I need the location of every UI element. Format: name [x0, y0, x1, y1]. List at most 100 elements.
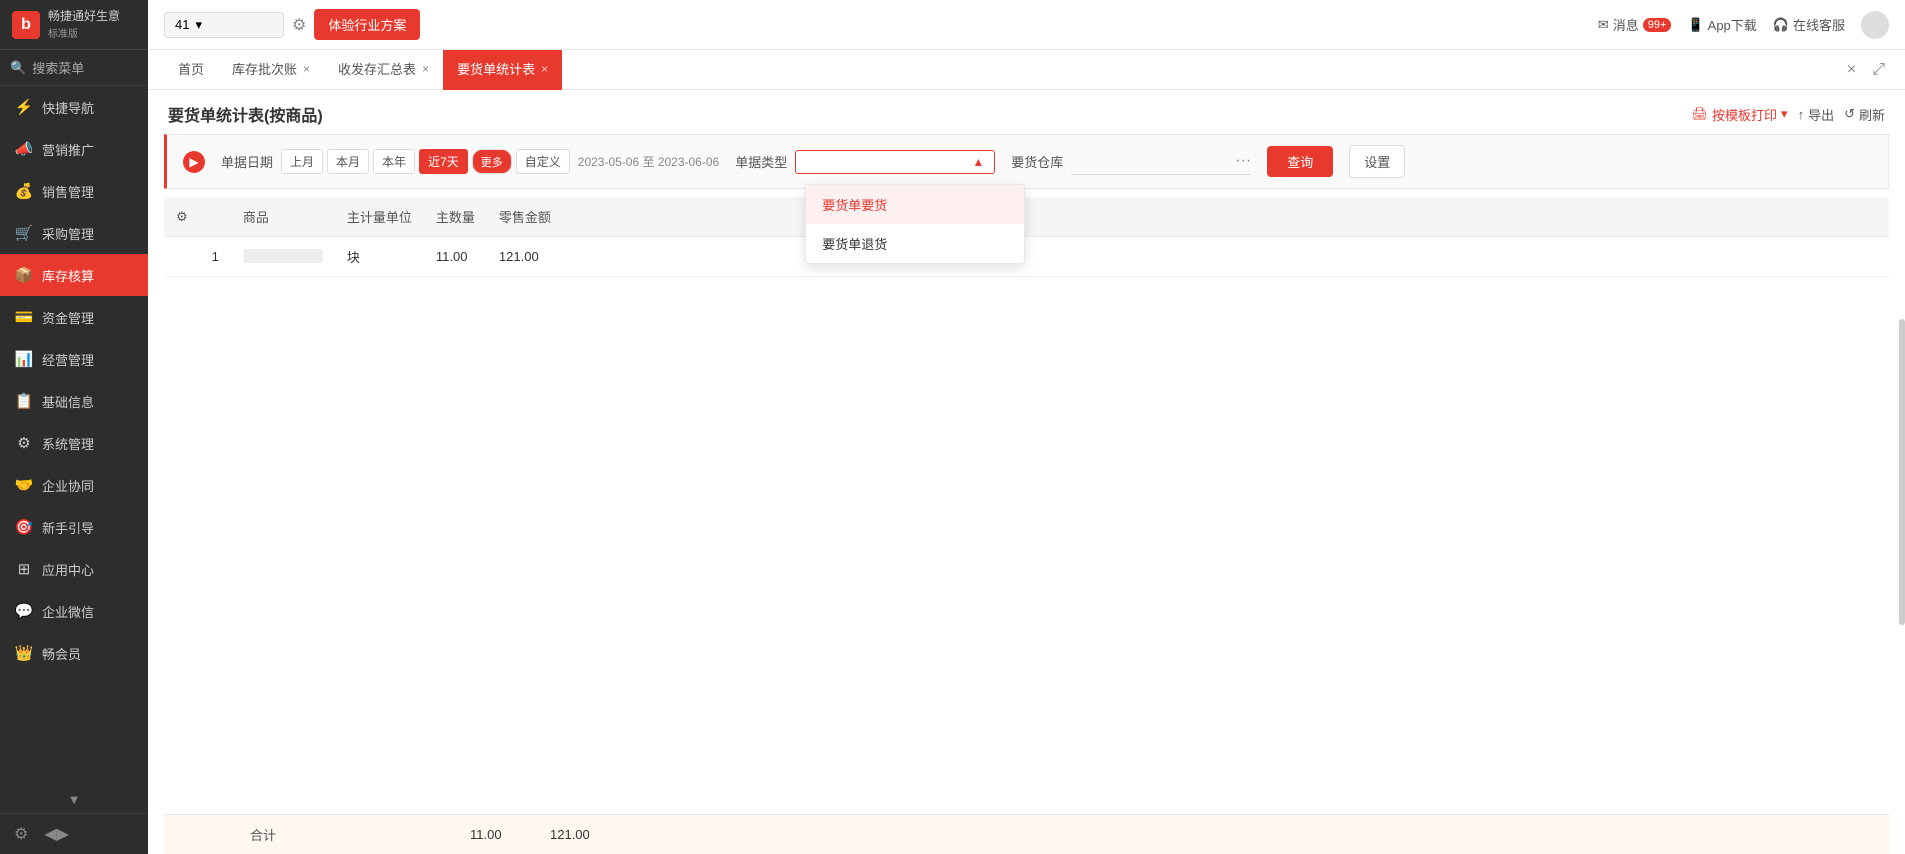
table-row: 1 块 11.00 121.00: [164, 237, 1889, 277]
warehouse-more-icon[interactable]: ···: [1235, 152, 1251, 170]
warehouse-select[interactable]: ···: [1071, 148, 1251, 175]
sidebar-bottom: ⚙ ◀▶: [0, 813, 148, 854]
topbar-left: 41 ▾ ⚙ 体验行业方案: [164, 9, 1586, 40]
sidebar-nav: ⚡ 快捷导航 📣 营销推广 💰 销售管理 🛒 采购管理 📦 库存核算 💳 资金管…: [0, 86, 148, 786]
print-arrow-icon: ▾: [1781, 106, 1788, 122]
finance-icon: 💳: [14, 307, 34, 327]
messages-badge: 99+: [1643, 18, 1672, 32]
current-month-btn[interactable]: 本月: [327, 149, 369, 174]
cell-settings: [164, 237, 200, 277]
dropdown-item-requisition-return[interactable]: 要货单退货: [806, 224, 1024, 263]
member-icon: 👑: [14, 643, 34, 663]
company-select[interactable]: 41 ▾: [164, 12, 284, 38]
sidebar-item-label: 快捷导航: [42, 98, 94, 117]
current-year-btn[interactable]: 本年: [373, 149, 415, 174]
seven-days-btn[interactable]: 近7天: [419, 149, 468, 174]
tab-close-icon[interactable]: ×: [422, 62, 429, 76]
sidebar-item-label: 企业协同: [42, 476, 94, 495]
cell-index: 1: [200, 237, 231, 277]
sidebar-item-quick-nav[interactable]: ⚡ 快捷导航: [0, 86, 148, 128]
topbar-settings-icon[interactable]: ⚙: [292, 15, 306, 35]
th-goods: 商品: [231, 197, 335, 237]
topbar-right: ✉ 消息 99+ 📱 App下载 🎧 在线客服: [1598, 11, 1889, 39]
collapse-icon[interactable]: ◀▶: [44, 824, 69, 844]
printer-icon: 🖨: [1692, 106, 1709, 122]
page-title: 要货单统计表(按商品): [168, 102, 323, 126]
page-header: 要货单统计表(按商品) 🖨 按模板打印 ▾ ↑ 导出 ↺ 刷新: [148, 90, 1905, 134]
purchase-icon: 🛒: [14, 223, 34, 243]
print-button[interactable]: 🖨 按模板打印 ▾: [1692, 105, 1788, 124]
more-dates-btn[interactable]: 更多: [472, 149, 512, 174]
sidebar-item-label: 企业微信: [42, 602, 94, 621]
data-table: ⚙ 商品 主计量单位 主数量 零售金额 1: [164, 197, 1889, 277]
trial-button[interactable]: 体验行业方案: [314, 9, 420, 40]
date-label: 单据日期: [221, 152, 273, 171]
app-download-item[interactable]: 📱 App下载: [1687, 15, 1756, 34]
tab-label: 库存批次账: [232, 59, 297, 78]
custom-date-btn[interactable]: 自定义: [516, 149, 570, 174]
settings-button[interactable]: 设置: [1349, 145, 1405, 178]
th-amount: 零售金额: [487, 197, 563, 237]
app-center-icon: ⊞: [14, 559, 34, 579]
sidebar-item-sales[interactable]: 💰 销售管理: [0, 170, 148, 212]
date-range-value: 2023-05-06 至 2023-06-06: [578, 153, 719, 170]
filter-expand-button[interactable]: ▶: [183, 151, 205, 173]
sidebar-item-operations[interactable]: 📊 经营管理: [0, 338, 148, 380]
tab-inventory-batch[interactable]: 库存批次账 ×: [218, 50, 324, 90]
sidebar-item-purchase[interactable]: 🛒 采购管理: [0, 212, 148, 254]
sidebar-item-system[interactable]: ⚙ 系统管理: [0, 422, 148, 464]
enterprise-icon: 🤝: [14, 475, 34, 495]
sidebar-item-label: 库存核算: [42, 266, 94, 285]
sidebar-item-app-center[interactable]: ⊞ 应用中心: [0, 548, 148, 590]
tabs-actions: × ⤢: [1843, 57, 1889, 83]
logo-badge: 标准版: [48, 25, 120, 40]
tab-home[interactable]: 首页: [164, 50, 218, 90]
tab-close-icon[interactable]: ×: [541, 62, 548, 76]
settings-icon[interactable]: ⚙: [14, 824, 28, 844]
sidebar-item-guide[interactable]: 🎯 新手引导: [0, 506, 148, 548]
user-avatar[interactable]: [1861, 11, 1889, 39]
th-settings[interactable]: ⚙: [164, 197, 200, 237]
quick-nav-icon: ⚡: [14, 97, 34, 117]
operations-icon: 📊: [14, 349, 34, 369]
close-all-button[interactable]: ×: [1843, 57, 1860, 83]
doc-type-label: 单据类型: [735, 152, 787, 171]
tab-receivables[interactable]: 收发存汇总表 ×: [324, 50, 443, 90]
refresh-button[interactable]: ↺ 刷新: [1844, 105, 1885, 124]
sidebar-item-member[interactable]: 👑 畅会员: [0, 632, 148, 674]
marketing-icon: 📣: [14, 139, 34, 159]
search-icon: 🔍: [10, 60, 26, 76]
app-download-label: App下载: [1708, 15, 1757, 34]
export-button[interactable]: ↑ 导出: [1798, 105, 1835, 124]
sidebar-item-wechat[interactable]: 💬 企业微信: [0, 590, 148, 632]
sidebar-item-label: 营销推广: [42, 140, 94, 159]
filter-date-group: 单据日期 上月 本月 本年 近7天 更多 自定义 2023-05-06 至 20…: [221, 149, 719, 174]
tab-requisition-stats[interactable]: 要货单统计表 ×: [443, 50, 562, 90]
th-extra: [563, 197, 1889, 237]
logo-icon: b: [12, 11, 40, 39]
sidebar-item-basic[interactable]: 📋 基础信息: [0, 380, 148, 422]
print-label: 按模板打印: [1712, 105, 1777, 124]
sidebar-item-finance[interactable]: 💳 资金管理: [0, 296, 148, 338]
th-index: [200, 197, 231, 237]
tab-home-label: 首页: [178, 59, 204, 78]
th-unit: 主计量单位: [335, 197, 424, 237]
tab-close-icon[interactable]: ×: [303, 62, 310, 76]
basic-icon: 📋: [14, 391, 34, 411]
doc-type-select[interactable]: ▲: [795, 150, 995, 174]
chevron-down-icon: ▾: [195, 17, 202, 33]
export-icon: ↑: [1798, 107, 1805, 122]
sidebar-item-enterprise[interactable]: 🤝 企业协同: [0, 464, 148, 506]
prev-month-btn[interactable]: 上月: [281, 149, 323, 174]
query-button[interactable]: 查询: [1267, 146, 1333, 177]
sidebar-item-label: 销售管理: [42, 182, 94, 201]
messages-item[interactable]: ✉ 消息 99+: [1598, 15, 1672, 34]
dropdown-item-requisition-goods[interactable]: 要货单要货: [806, 185, 1024, 224]
sidebar-search[interactable]: 🔍 搜索菜单: [0, 50, 148, 86]
sidebar-item-inventory[interactable]: 📦 库存核算: [0, 254, 148, 296]
expand-button[interactable]: ⤢: [1868, 57, 1889, 83]
support-item[interactable]: 🎧 在线客服: [1773, 15, 1845, 34]
sidebar-scroll-down[interactable]: ▼: [0, 786, 148, 813]
sidebar-item-marketing[interactable]: 📣 营销推广: [0, 128, 148, 170]
sidebar-item-label: 经营管理: [42, 350, 94, 369]
